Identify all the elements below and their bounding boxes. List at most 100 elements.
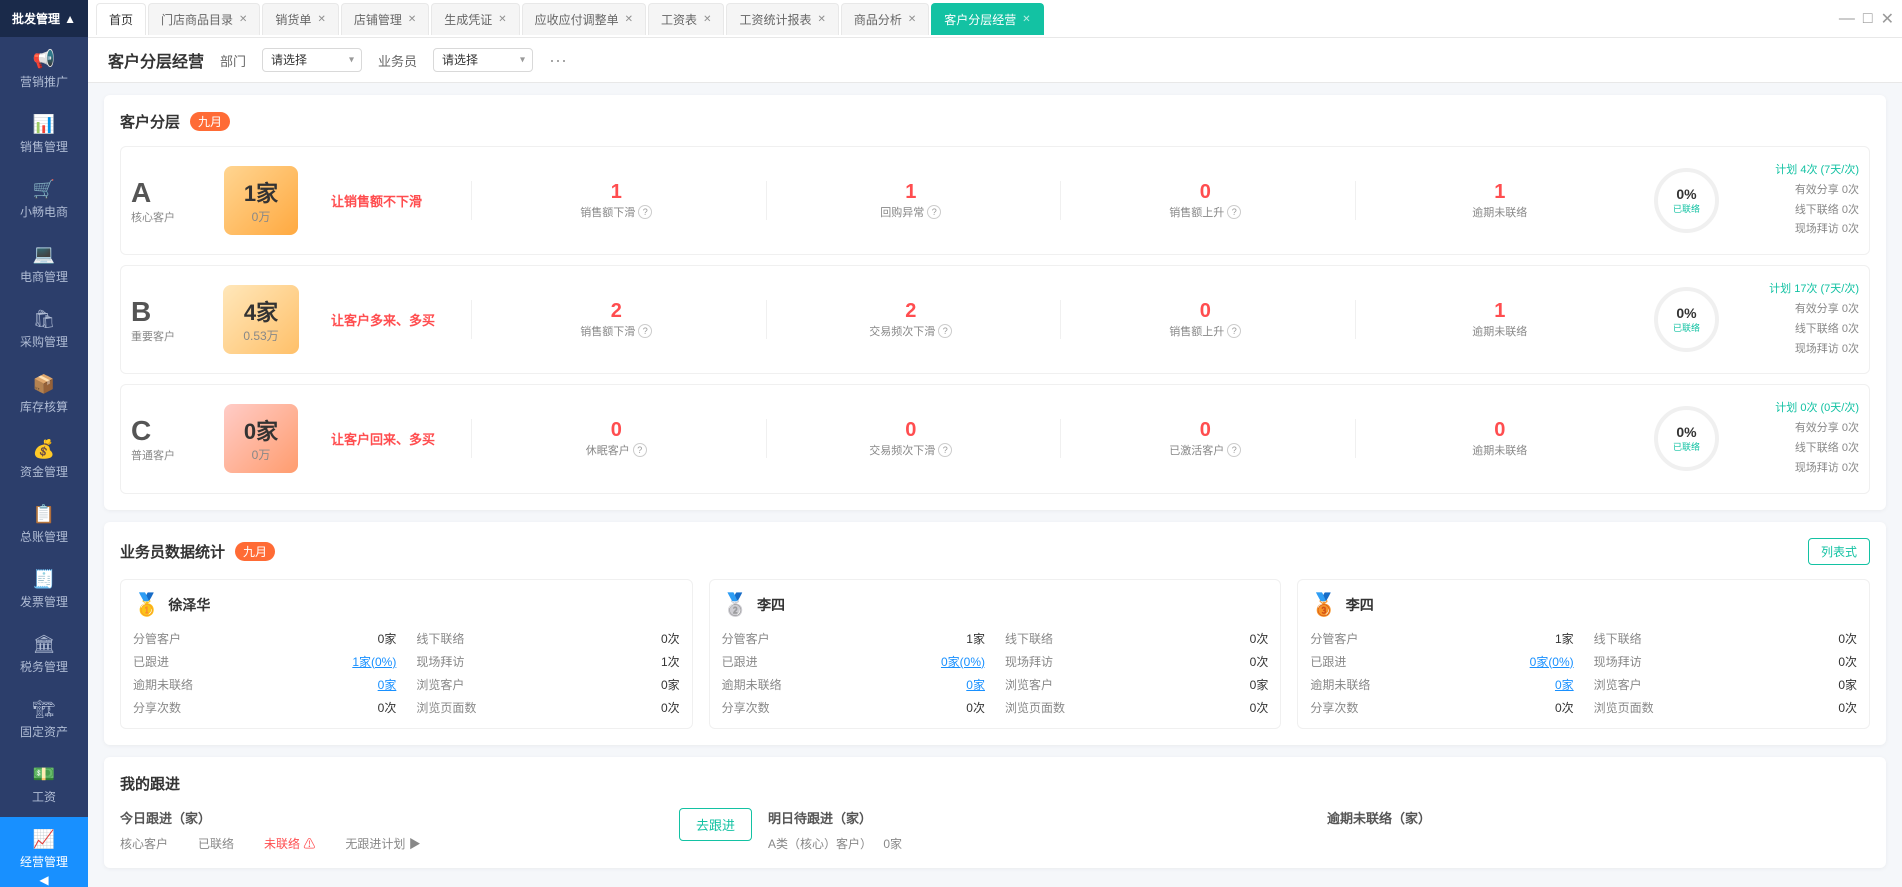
- tier-c-metric-2[interactable]: 0 已激活客户 ?: [1060, 419, 1350, 458]
- tab-product-analysis[interactable]: 商品分析 ✕: [841, 3, 929, 35]
- tab-ar-ap-adjust[interactable]: 应收应付调整单 ✕: [522, 3, 646, 35]
- staff-stat-row: 逾期未联络 0家: [722, 676, 985, 693]
- stat-visit: 现场拜访 0次: [1729, 220, 1859, 240]
- info-icon[interactable]: ?: [1227, 443, 1241, 457]
- tab-home[interactable]: 首页: [96, 3, 146, 35]
- sidebar-item-guding[interactable]: 🏗 固定资产: [0, 687, 88, 752]
- sidebar-item-xiaoshou[interactable]: 📊 销售管理: [0, 102, 88, 167]
- customer-month-badge: 九月: [190, 112, 230, 131]
- goto-followup-button[interactable]: 去跟进: [679, 808, 752, 841]
- metric-num: 1: [1364, 181, 1637, 204]
- staff-header-2: 🥉 李四: [1310, 592, 1857, 618]
- followup-label-no-plan: 无跟进计划 ▶: [345, 835, 420, 852]
- tier-c-metric-3[interactable]: 0 逾期未联络: [1355, 419, 1645, 458]
- tier-b-metric-0[interactable]: 2 销售额下滑 ?: [471, 300, 761, 339]
- tab-window-min-icon[interactable]: —: [1839, 10, 1855, 28]
- tabs-bar: 首页 门店商品目录 ✕ 销货单 ✕ 店铺管理 ✕ 生成凭证 ✕ 应收应付调整单 …: [88, 0, 1902, 38]
- info-icon[interactable]: ?: [938, 443, 952, 457]
- stat-val: 1次: [661, 653, 680, 670]
- dept-select[interactable]: 请选择: [262, 48, 362, 72]
- staff-stat-row: 线下联络 0次: [416, 630, 679, 647]
- sidebar-item-caigou[interactable]: 🛍 采购管理: [0, 297, 88, 362]
- tier-c-count-box[interactable]: 0家 0万: [201, 404, 321, 473]
- sidebar-item-zhanghu[interactable]: 📋 总账管理: [0, 492, 88, 557]
- stat-val: 0次: [661, 699, 680, 716]
- sidebar-item-kucun[interactable]: 📦 库存核算: [0, 362, 88, 427]
- tier-a-count-box[interactable]: 1家 0万: [201, 166, 321, 235]
- followup-grid: 今日跟进（家） 核心客户 已联络 未联络 ⚠ 无跟进计划 ▶ 去跟进 明日待跟进: [120, 808, 1870, 852]
- sidebar-arrow-icon: ▲: [64, 12, 76, 26]
- tab-sales-order[interactable]: 销货单 ✕: [262, 3, 338, 35]
- stat-val-link[interactable]: 1家(0%): [352, 653, 396, 670]
- staff-medal-0: 🥇: [133, 592, 160, 618]
- toolbar-more-icon[interactable]: ···: [549, 50, 567, 71]
- today-followup-title: 今日跟进（家）: [120, 808, 663, 827]
- tab-store-products[interactable]: 门店商品目录 ✕: [148, 3, 260, 35]
- sidebar-item-label: 库存核算: [20, 398, 68, 415]
- staff-select[interactable]: 请选择: [433, 48, 533, 72]
- tab-close-icon[interactable]: ✕: [908, 14, 916, 25]
- tab-generate-voucher[interactable]: 生成凭证 ✕: [431, 3, 519, 35]
- customer-section-header: 客户分层 九月: [120, 111, 1870, 132]
- caigou-icon: 🛍: [33, 309, 56, 330]
- tab-window-close-icon[interactable]: ✕: [1881, 9, 1894, 29]
- tab-close-icon[interactable]: ✕: [239, 14, 247, 25]
- sidebar-item-gongzi[interactable]: 💵 工资: [0, 752, 88, 817]
- info-icon[interactable]: ?: [1227, 205, 1241, 219]
- tab-close-icon[interactable]: ✕: [703, 14, 711, 25]
- tab-close-icon[interactable]: ✕: [498, 14, 506, 25]
- tier-c-count: 0家: [244, 414, 278, 446]
- tab-salary[interactable]: 工资表 ✕: [648, 3, 724, 35]
- tab-store-manage[interactable]: 店铺管理 ✕: [341, 3, 429, 35]
- followup-label-core: 核心客户: [120, 835, 168, 852]
- sidebar-item-label: 税务管理: [20, 658, 68, 675]
- sidebar-item-jingying[interactable]: 📈 经营管理 ◀: [0, 817, 88, 887]
- stat-val-link[interactable]: 0家: [378, 676, 397, 693]
- sidebar-item-shuiwu[interactable]: 🏛 税务管理: [0, 622, 88, 687]
- tab-window-max-icon[interactable]: □: [1863, 10, 1873, 28]
- sidebar-item-zijin[interactable]: 💰 资金管理: [0, 427, 88, 492]
- sidebar-item-xiaochangdianshang[interactable]: 🛒 小畅电商: [0, 167, 88, 232]
- tier-a-metric-3[interactable]: 1 逾期未联络: [1355, 181, 1645, 220]
- tier-b-metric-2[interactable]: 0 销售额上升 ?: [1060, 300, 1350, 339]
- tier-b-metric-1[interactable]: 2 交易频次下滑 ?: [766, 300, 1056, 339]
- sidebar-item-dianshang[interactable]: 💻 电商管理: [0, 232, 88, 297]
- tier-row-a: A 核心客户 1家 0万 让销售额不下滑 1: [120, 146, 1870, 255]
- info-icon[interactable]: ?: [633, 443, 647, 457]
- tier-a-metric-1[interactable]: 1 回购异常 ?: [766, 181, 1056, 220]
- tab-customer-tier[interactable]: 客户分层经营 ✕: [931, 3, 1043, 35]
- stat-val: 0家: [661, 676, 680, 693]
- staff-month-badge: 九月: [235, 542, 275, 561]
- tier-c-metric-1[interactable]: 0 交易频次下滑 ?: [766, 419, 1056, 458]
- metric-num: 1: [480, 181, 753, 204]
- tab-close-icon[interactable]: ✕: [817, 14, 825, 25]
- info-icon[interactable]: ?: [938, 324, 952, 338]
- list-view-button[interactable]: 列表式: [1808, 538, 1870, 565]
- tab-label: 工资统计报表: [739, 11, 811, 28]
- tab-salary-report[interactable]: 工资统计报表 ✕: [726, 3, 838, 35]
- tier-a-label: A 核心客户: [131, 177, 191, 225]
- planned-text: 计划 0次 (0天/次): [1729, 399, 1859, 419]
- sidebar-logo[interactable]: 批发管理 ▲: [0, 0, 88, 37]
- tab-close-icon[interactable]: ✕: [317, 14, 325, 25]
- sidebar-item-fapiao[interactable]: 🧾 发票管理: [0, 557, 88, 622]
- tier-b-slogan-highlight: 多来、多买: [370, 313, 435, 328]
- tier-a-metric-0[interactable]: 1 销售额下滑 ?: [471, 181, 761, 220]
- tab-close-icon[interactable]: ✕: [625, 14, 633, 25]
- info-icon[interactable]: ?: [1227, 324, 1241, 338]
- sidebar-item-yingxiao[interactable]: 📢 营销推广: [0, 37, 88, 102]
- tomorrow-followup-col: 明日待跟进（家） A类（核心）客户） 0家: [768, 808, 1311, 852]
- tier-b-metric-3[interactable]: 1 逾期未联络: [1355, 300, 1645, 339]
- metric-num: 1: [775, 181, 1048, 204]
- info-icon[interactable]: ?: [638, 324, 652, 338]
- tab-close-icon[interactable]: ✕: [1022, 14, 1030, 25]
- info-icon[interactable]: ?: [927, 205, 941, 219]
- fapiao-icon: 🧾: [33, 569, 55, 590]
- tier-b-count-box[interactable]: 4家 0.53万: [201, 285, 321, 354]
- tab-close-icon[interactable]: ✕: [408, 14, 416, 25]
- info-icon[interactable]: ?: [638, 205, 652, 219]
- tier-c-metric-0[interactable]: 0 休眠客户 ?: [471, 419, 761, 458]
- stat-val: 0家: [378, 630, 397, 647]
- tab-label: 门店商品目录: [161, 11, 233, 28]
- tier-a-metric-2[interactable]: 0 销售额上升 ?: [1060, 181, 1350, 220]
